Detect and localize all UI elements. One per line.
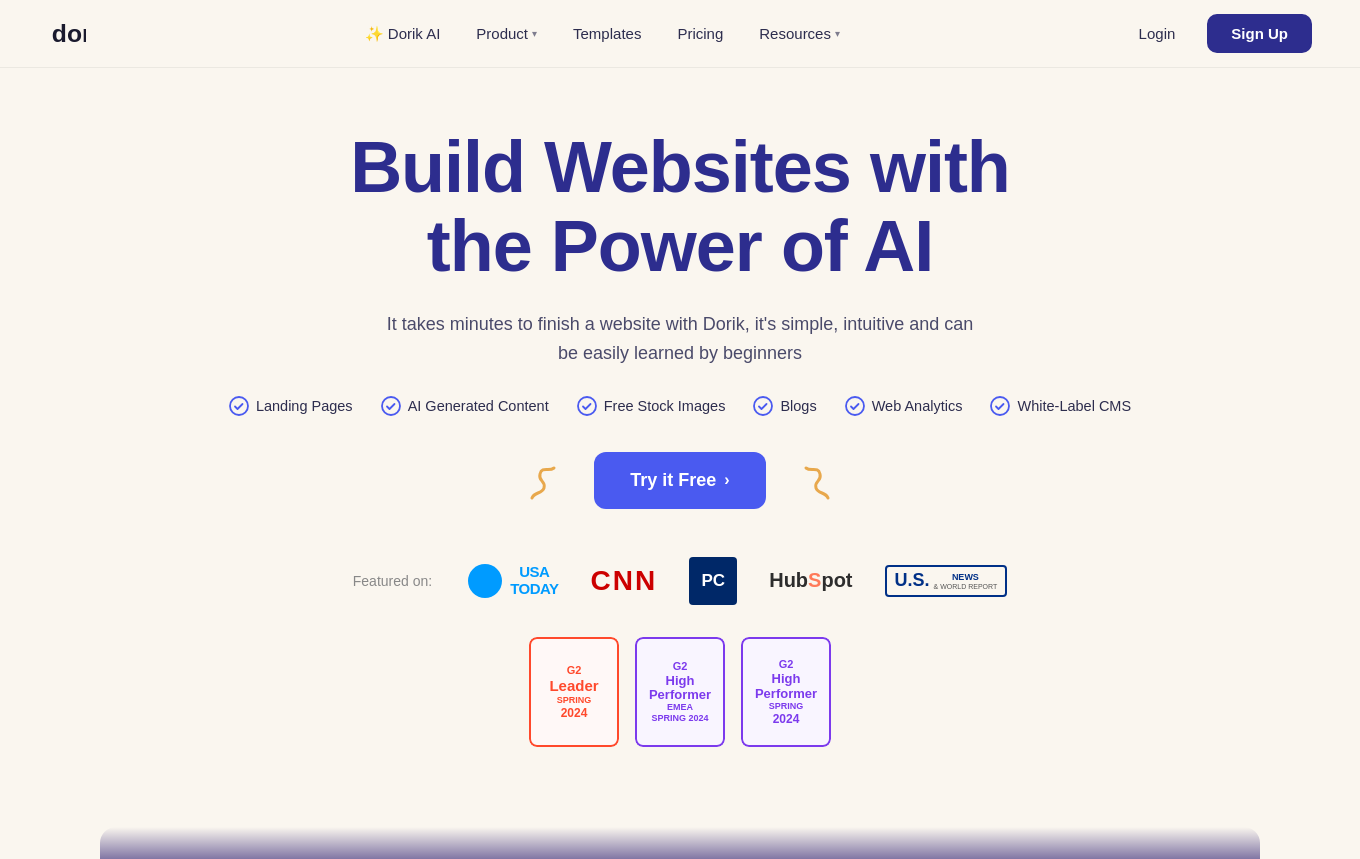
arrow-right-icon: › xyxy=(724,471,729,489)
svg-point-5 xyxy=(754,397,772,415)
navbar: dorik ✨ Dorik AI Product ▾ Templates Pri… xyxy=(0,0,1360,68)
usatoday-logo: USA TODAY xyxy=(468,565,558,597)
usnews-logo: U.S. NEWS & WORLD REPORT xyxy=(885,565,1008,597)
check-icon xyxy=(229,396,249,416)
preview-section xyxy=(0,827,1360,859)
feature-web-analytics: Web Analytics xyxy=(845,396,963,416)
signup-button[interactable]: Sign Up xyxy=(1207,14,1312,53)
check-icon-6 xyxy=(990,396,1010,416)
feature-ai-content: AI Generated Content xyxy=(381,396,549,416)
chevron-down-icon: ▾ xyxy=(532,28,537,39)
chevron-down-icon-2: ▾ xyxy=(835,28,840,39)
feature-stock-images: Free Stock Images xyxy=(577,396,726,416)
hero-title: Build Websites with the Power of AI xyxy=(350,128,1010,286)
nav-pricing-label: Pricing xyxy=(677,25,723,42)
cta-wrapper: Try it Free › xyxy=(514,452,845,509)
cnn-logo: CNN xyxy=(591,565,658,597)
nav-item-ai[interactable]: ✨ Dorik AI xyxy=(351,17,455,51)
logo-icon: dorik xyxy=(48,13,86,51)
squiggle-right-icon xyxy=(790,452,846,508)
feature-blogs: Blogs xyxy=(753,396,816,416)
svg-point-2 xyxy=(230,397,248,415)
usa-dot xyxy=(468,564,502,598)
nav-center: ✨ Dorik AI Product ▾ Templates Pricing R… xyxy=(351,17,854,51)
check-icon-2 xyxy=(381,396,401,416)
pcmag-logo: PC xyxy=(689,565,737,597)
nav-ai-label: ✨ Dorik AI xyxy=(365,25,441,43)
g2-leader-badge: G2 Leader SPRING 2024 xyxy=(529,637,619,747)
hero-section: Build Websites with the Power of AI It t… xyxy=(0,68,1360,827)
feature-landing-pages: Landing Pages xyxy=(229,396,353,416)
featured-section: Featured on: USA TODAY CNN PC HubSpot xyxy=(353,565,1007,597)
nav-item-pricing[interactable]: Pricing xyxy=(663,17,737,50)
g2-high-performer-emea-badge: G2 HighPerformer EMEASPRING 2024 xyxy=(635,637,725,747)
svg-point-3 xyxy=(382,397,400,415)
feature-white-label-cms: White-Label CMS xyxy=(990,396,1131,416)
check-icon-5 xyxy=(845,396,865,416)
hubspot-logo: HubSpot xyxy=(769,565,852,597)
logo[interactable]: dorik xyxy=(48,13,86,55)
svg-text:dorik: dorik xyxy=(52,19,86,46)
featured-logos: USA TODAY CNN PC HubSpot U.S. NEWS & WOR… xyxy=(468,565,1007,597)
g2-high-performer-spring-badge: G2 HighPerformer SPRING 2024 xyxy=(741,637,831,747)
try-it-free-button[interactable]: Try it Free › xyxy=(594,452,765,509)
svg-point-6 xyxy=(846,397,864,415)
nav-resources-label: Resources xyxy=(759,25,831,42)
svg-point-7 xyxy=(991,397,1009,415)
check-icon-4 xyxy=(753,396,773,416)
nav-product-label: Product xyxy=(476,25,528,42)
check-icon-3 xyxy=(577,396,597,416)
login-button[interactable]: Login xyxy=(1119,17,1196,50)
nav-item-templates[interactable]: Templates xyxy=(559,17,655,50)
nav-actions: Login Sign Up xyxy=(1119,14,1312,53)
badges-section: G2 Leader SPRING 2024 G2 HighPerformer E… xyxy=(529,637,831,747)
featured-label: Featured on: xyxy=(353,573,432,589)
nav-item-product[interactable]: Product ▾ xyxy=(462,17,551,50)
squiggle-left-icon xyxy=(514,452,570,508)
nav-templates-label: Templates xyxy=(573,25,641,42)
nav-item-resources[interactable]: Resources ▾ xyxy=(745,17,854,50)
features-row: Landing Pages AI Generated Content Free … xyxy=(229,396,1131,416)
preview-gradient xyxy=(100,827,1260,859)
svg-point-4 xyxy=(578,397,596,415)
hero-subtitle: It takes minutes to finish a website wit… xyxy=(380,310,980,368)
